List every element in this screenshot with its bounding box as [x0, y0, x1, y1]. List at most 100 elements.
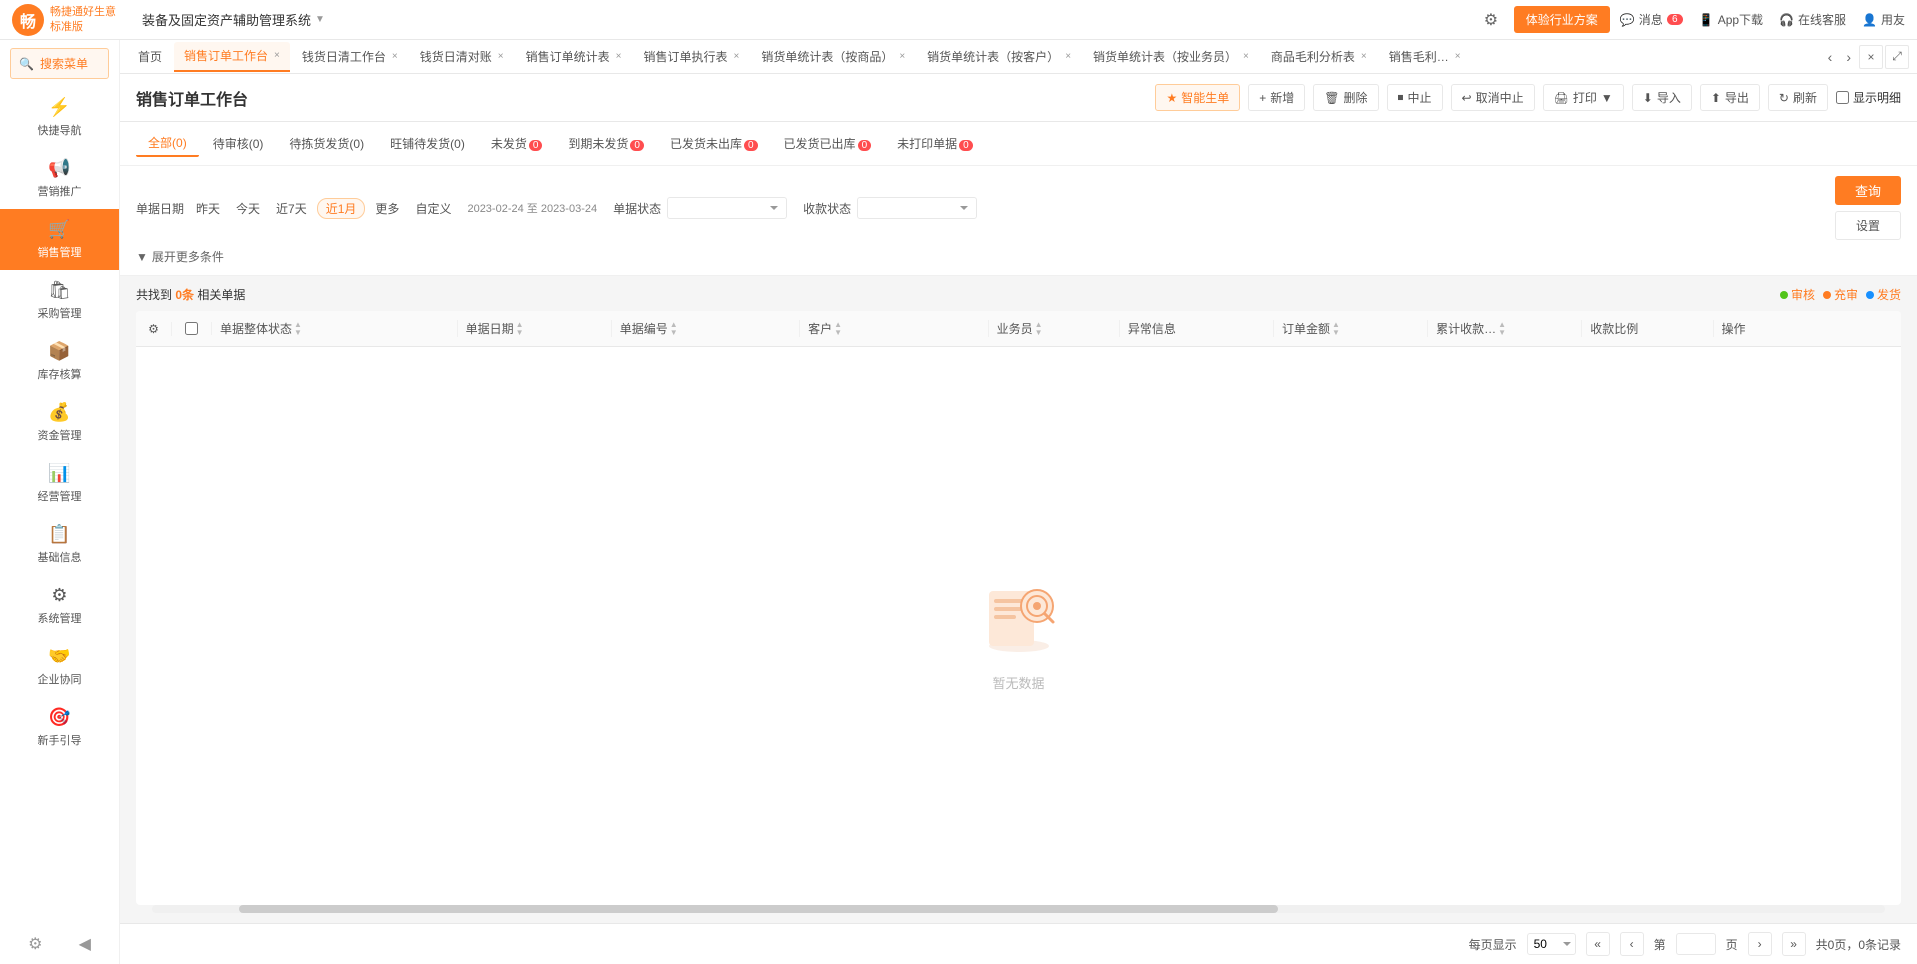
audit-action-btn[interactable]: 审核	[1780, 286, 1815, 303]
sidebar-collapse-btn[interactable]: ◀	[79, 934, 91, 954]
sidebar-item-basic[interactable]: 📋 基础信息	[0, 514, 119, 575]
h-scrollbar-thumb[interactable]	[239, 905, 1279, 913]
select-all-checkbox[interactable]	[185, 322, 198, 335]
tab-reconcile[interactable]: 钱货日清对账 ×	[410, 42, 514, 72]
page-number-input[interactable]: 1	[1676, 933, 1716, 955]
filter-tab-shipped-not-out[interactable]: 已发货未出库0	[658, 131, 770, 156]
filter-tab-pending[interactable]: 待审核(0)	[201, 131, 276, 156]
cancel-stop-btn[interactable]: ↩ 取消中止	[1451, 84, 1535, 111]
date-today[interactable]: 今天	[230, 198, 266, 219]
tab-staff-stat-close[interactable]: ×	[1243, 51, 1249, 62]
sidebar-item-collab[interactable]: 🤝 企业协同	[0, 636, 119, 697]
tab-next-btn[interactable]: ›	[1840, 49, 1857, 65]
show-detail-label[interactable]: 显示明细	[1836, 89, 1901, 106]
sidebar-settings-btn[interactable]: ⚙	[28, 934, 42, 954]
sidebar-item-sales[interactable]: 🛒 销售管理	[0, 209, 119, 270]
sidebar-item-inventory[interactable]: 📦 库存核算	[0, 331, 119, 392]
new-btn[interactable]: + 新增	[1248, 84, 1305, 111]
sidebar-item-operation[interactable]: 📊 经营管理	[0, 453, 119, 514]
tab-staff-stat[interactable]: 销货单统计表（按业务员） ×	[1083, 42, 1259, 72]
th-staff[interactable]: 业务员 ▲▼	[989, 320, 1120, 337]
sidebar-item-guide[interactable]: 🎯 新手引导	[0, 697, 119, 758]
tab-goods-stat[interactable]: 销货单统计表（按商品） ×	[751, 42, 915, 72]
tab-sales-order-close[interactable]: ×	[274, 50, 280, 61]
th-checkbox[interactable]	[172, 322, 212, 335]
tab-prev-btn[interactable]: ‹	[1822, 49, 1839, 65]
status-select[interactable]	[667, 197, 787, 219]
tab-goods-stat-close[interactable]: ×	[899, 51, 905, 62]
tab-order-exec-close[interactable]: ×	[733, 51, 739, 62]
system-dropdown-icon[interactable]: ▼	[315, 14, 325, 25]
th-customer[interactable]: 客户 ▲▼	[800, 320, 988, 337]
delete-btn[interactable]: 🗑 删除	[1313, 84, 1378, 111]
industry-btn[interactable]: 体验行业方案	[1514, 6, 1610, 33]
h-scrollbar[interactable]	[152, 905, 1885, 913]
app-download-btn[interactable]: 📱 App下载	[1699, 11, 1763, 28]
sidebar-item-purchase[interactable]: 🛍 采购管理	[0, 270, 119, 331]
tab-customer-stat[interactable]: 销货单统计表（按客户） ×	[917, 42, 1081, 72]
page-size-select[interactable]: 50 20 100	[1527, 933, 1576, 955]
payment-select[interactable]	[857, 197, 977, 219]
date-more[interactable]: 更多	[369, 198, 405, 219]
page-prev-btn[interactable]: ‹	[1620, 932, 1644, 956]
user-menu-btn[interactable]: 👤 用友	[1862, 11, 1905, 28]
th-amount[interactable]: 订单金额 ▲▼	[1274, 320, 1428, 337]
sidebar-item-finance[interactable]: 💰 资金管理	[0, 392, 119, 453]
th-status[interactable]: 单据整体状态 ▲▼	[212, 320, 458, 337]
tab-fullscreen-btn[interactable]: ⤢	[1885, 45, 1909, 69]
sidebar-item-marketing[interactable]: 📢 营销推广	[0, 148, 119, 209]
ship-action-btn[interactable]: 发货	[1866, 286, 1901, 303]
sidebar-item-nav[interactable]: ⚡ 快捷导航	[0, 87, 119, 148]
import-btn[interactable]: ⬇ 导入	[1632, 84, 1692, 111]
filter-tab-pick[interactable]: 待拣货发货(0)	[277, 131, 376, 156]
th-date[interactable]: 单据日期 ▲▼	[458, 320, 612, 337]
tab-customer-stat-close[interactable]: ×	[1065, 51, 1071, 62]
expand-conditions-btn[interactable]: ▼ 展开更多条件	[136, 248, 1901, 265]
revoke-action-btn[interactable]: 充审	[1823, 286, 1858, 303]
filter-tab-unshipped[interactable]: 未发货0	[479, 131, 555, 156]
settings-icon[interactable]: ⚙	[1484, 10, 1504, 30]
date-yesterday[interactable]: 昨天	[190, 198, 226, 219]
show-detail-checkbox[interactable]	[1836, 91, 1849, 104]
tab-profit-analysis[interactable]: 商品毛利分析表 ×	[1261, 42, 1377, 72]
tab-order-stat-close[interactable]: ×	[616, 51, 622, 62]
filter-tab-unprinted[interactable]: 未打印单据0	[885, 131, 985, 156]
search-setting-btn[interactable]: 设置	[1835, 211, 1901, 240]
tab-sales-order[interactable]: 销售订单工作台 ×	[174, 42, 290, 72]
print-btn[interactable]: 🖨 打印 ▼	[1543, 84, 1624, 111]
page-last-btn[interactable]: »	[1782, 932, 1806, 956]
tab-sales-profit-close[interactable]: ×	[1455, 51, 1461, 62]
th-num[interactable]: 单据编号 ▲▼	[612, 320, 800, 337]
tab-daily-clear[interactable]: 钱货日清工作台 ×	[292, 42, 408, 72]
filter-tab-all[interactable]: 全部(0)	[136, 130, 199, 157]
filter-tab-overdue[interactable]: 到期未发货0	[556, 131, 656, 156]
tab-daily-clear-close[interactable]: ×	[392, 51, 398, 62]
th-collected[interactable]: 累计收款… ▲▼	[1428, 320, 1582, 337]
refresh-btn[interactable]: ↻ 刷新	[1768, 84, 1828, 111]
filter-tab-shipped-out[interactable]: 已发货已出库0	[772, 131, 884, 156]
th-ratio[interactable]: 收款比例	[1582, 320, 1713, 337]
date-1month[interactable]: 近1月	[317, 198, 366, 219]
date-7days[interactable]: 近7天	[270, 198, 313, 219]
smart-create-btn[interactable]: ★ 智能生单	[1155, 84, 1240, 111]
sidebar-item-system[interactable]: ⚙ 系统管理	[0, 575, 119, 636]
tab-order-exec[interactable]: 销售订单执行表 ×	[633, 42, 749, 72]
tab-profit-analysis-close[interactable]: ×	[1361, 51, 1367, 62]
tab-reconcile-close[interactable]: ×	[498, 51, 504, 62]
th-exception[interactable]: 异常信息	[1120, 320, 1274, 337]
sidebar-search-btn[interactable]: 🔍 搜索菜单	[10, 48, 109, 79]
stop-btn[interactable]: ⏹ 中止	[1387, 84, 1443, 111]
tab-order-stat[interactable]: 销售订单统计表 ×	[516, 42, 632, 72]
online-service-btn[interactable]: 🎧 在线客服	[1779, 11, 1846, 28]
page-next-btn[interactable]: ›	[1748, 932, 1772, 956]
export-btn[interactable]: ⬆ 导出	[1700, 84, 1760, 111]
date-custom[interactable]: 自定义	[409, 198, 457, 219]
page-first-btn[interactable]: «	[1586, 932, 1610, 956]
filter-tab-wangpu[interactable]: 旺铺待发货(0)	[378, 131, 477, 156]
tab-home[interactable]: 首页	[128, 42, 172, 72]
tab-close-all-btn[interactable]: ×	[1859, 45, 1883, 69]
th-settings[interactable]: ⚙	[136, 322, 172, 336]
tab-sales-profit[interactable]: 销售毛利… ×	[1379, 42, 1471, 72]
query-btn[interactable]: 查询	[1835, 176, 1901, 205]
message-btn[interactable]: 💬 消息 6	[1620, 11, 1683, 28]
